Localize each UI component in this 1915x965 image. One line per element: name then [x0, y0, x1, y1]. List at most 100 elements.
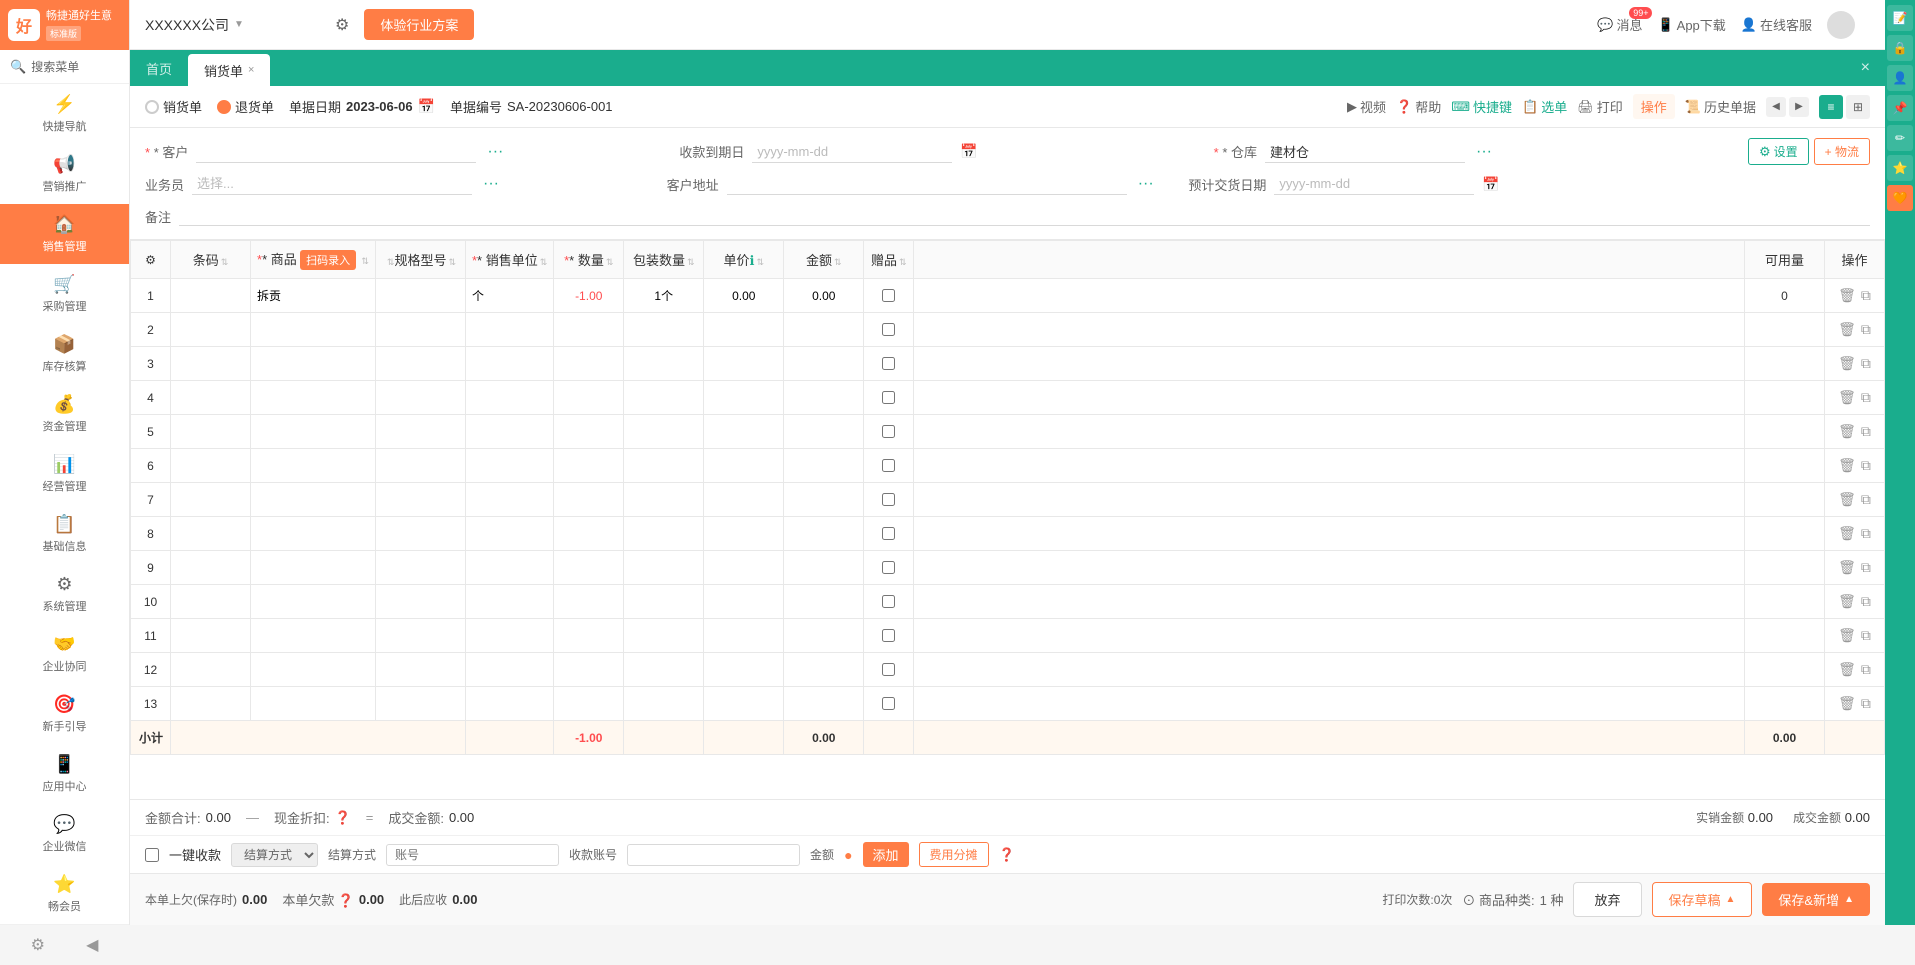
row-pack-1[interactable] — [624, 279, 704, 313]
fee-help-icon[interactable]: ❓ — [999, 847, 1015, 863]
row-pack-4[interactable] — [624, 381, 704, 415]
view-list-btn[interactable]: ≡ — [1819, 95, 1843, 119]
row-price-2[interactable] — [704, 313, 784, 347]
trial-button[interactable]: 体验行业方案 — [364, 9, 474, 40]
row-delete-4[interactable]: 🗑 — [1838, 389, 1856, 406]
row-copy-7[interactable]: ⧉ — [1861, 491, 1871, 508]
row-gift-11[interactable] — [864, 619, 914, 653]
row-price-5[interactable] — [704, 415, 784, 449]
row-copy-4[interactable]: ⧉ — [1861, 389, 1871, 406]
row-qty-8[interactable] — [554, 517, 624, 551]
service-btn[interactable]: 👤 在线客服 — [1741, 15, 1812, 34]
app-download-btn[interactable]: 📱 App下载 — [1657, 15, 1725, 34]
row-barcode-6[interactable] — [171, 449, 251, 483]
right-panel-btn-5[interactable]: ✏ — [1887, 125, 1913, 151]
salesperson-input[interactable] — [192, 173, 472, 195]
row-price-1[interactable] — [704, 279, 784, 313]
row-unit-5[interactable] — [465, 415, 553, 449]
note-input[interactable] — [179, 206, 1870, 226]
discard-button[interactable]: 放弃 — [1573, 882, 1641, 917]
row-gift-12[interactable] — [864, 653, 914, 687]
row-spec-13[interactable] — [375, 687, 465, 721]
row-product-7[interactable] — [251, 483, 376, 517]
settings-icon[interactable]: ⚙ — [31, 935, 45, 955]
sidebar-item-member[interactable]: ⭐畅会员 — [0, 864, 129, 924]
row-qty-13[interactable] — [554, 687, 624, 721]
row-qty-11[interactable] — [554, 619, 624, 653]
row-copy-3[interactable]: ⧉ — [1861, 355, 1871, 372]
operate-btn[interactable]: 操作 — [1633, 94, 1675, 119]
row-barcode-5[interactable] — [171, 415, 251, 449]
help-btn[interactable]: ❓ 帮助 — [1396, 97, 1441, 116]
row-barcode-9[interactable] — [171, 551, 251, 585]
row-unit-1[interactable] — [465, 279, 553, 313]
row-pack-6[interactable] — [624, 449, 704, 483]
row-price-4[interactable] — [704, 381, 784, 415]
row-spec-1[interactable] — [375, 279, 465, 313]
row-barcode-3[interactable] — [171, 347, 251, 381]
right-panel-btn-6[interactable]: ⭐ — [1887, 155, 1913, 181]
row-price-9[interactable] — [704, 551, 784, 585]
row-unit-9[interactable] — [465, 551, 553, 585]
row-product-2[interactable] — [251, 313, 376, 347]
row-qty-9[interactable] — [554, 551, 624, 585]
row-copy-5[interactable]: ⧉ — [1861, 423, 1871, 440]
row-copy-10[interactable]: ⧉ — [1861, 593, 1871, 610]
row-spec-8[interactable] — [375, 517, 465, 551]
row-amount-2[interactable] — [784, 313, 864, 347]
row-amount-8[interactable] — [784, 517, 864, 551]
tab-sale-order[interactable]: 销货单 × — [188, 54, 270, 86]
row-delete-2[interactable]: 🗑 — [1838, 321, 1856, 338]
right-panel-btn-1[interactable]: 📝 — [1887, 5, 1913, 31]
row-pack-12[interactable] — [624, 653, 704, 687]
row-copy-13[interactable]: ⧉ — [1861, 695, 1871, 712]
avatar[interactable] — [1827, 11, 1855, 39]
row-spec-11[interactable] — [375, 619, 465, 653]
expected-delivery-calendar-icon[interactable]: 📅 — [1482, 176, 1499, 193]
calendar-icon[interactable]: 📅 — [418, 98, 435, 115]
row-unit-11[interactable] — [465, 619, 553, 653]
row-price-12[interactable] — [704, 653, 784, 687]
row-product-4[interactable] — [251, 381, 376, 415]
row-unit-3[interactable] — [465, 347, 553, 381]
row-amount-4[interactable] — [784, 381, 864, 415]
payment-method-select[interactable]: 结算方式 — [231, 843, 318, 867]
row-barcode-2[interactable] — [171, 313, 251, 347]
sidebar-item-system[interactable]: ⚙系统管理 — [0, 564, 129, 624]
payment-due-calendar-icon[interactable]: 📅 — [960, 143, 977, 160]
row-copy-12[interactable]: ⧉ — [1861, 661, 1871, 678]
collapse-icon[interactable]: ◀ — [86, 935, 98, 955]
row-product-13[interactable] — [251, 687, 376, 721]
row-gift-2[interactable] — [864, 313, 914, 347]
row-copy-6[interactable]: ⧉ — [1861, 457, 1871, 474]
row-amount-3[interactable] — [784, 347, 864, 381]
close-all-tabs[interactable]: × — [1861, 59, 1885, 77]
row-barcode-7[interactable] — [171, 483, 251, 517]
row-amount-6[interactable] — [784, 449, 864, 483]
row-pack-3[interactable] — [624, 347, 704, 381]
warehouse-dots-icon[interactable]: ··· — [1476, 143, 1492, 161]
sidebar-item-apps[interactable]: 📱应用中心 — [0, 744, 129, 804]
row-unit-4[interactable] — [465, 381, 553, 415]
row-qty-5[interactable] — [554, 415, 624, 449]
row-product-1[interactable] — [251, 279, 376, 313]
row-amount-1[interactable] — [784, 279, 864, 313]
radio-return[interactable]: 退货单 — [217, 97, 274, 116]
row-gift-3[interactable] — [864, 347, 914, 381]
row-unit-6[interactable] — [465, 449, 553, 483]
sidebar-item-finance[interactable]: 💰资金管理 — [0, 384, 129, 444]
row-barcode-10[interactable] — [171, 585, 251, 619]
topbar-gear-icon[interactable]: ⚙ — [335, 15, 349, 35]
row-spec-5[interactable] — [375, 415, 465, 449]
row-spec-3[interactable] — [375, 347, 465, 381]
row-gift-7[interactable] — [864, 483, 914, 517]
sidebar-search[interactable]: 🔍 搜索菜单 — [0, 50, 129, 84]
row-delete-7[interactable]: 🗑 — [1838, 491, 1856, 508]
save-new-button[interactable]: 保存&新增 ▲ — [1762, 883, 1870, 916]
customer-addr-dots-icon[interactable]: ··· — [1138, 175, 1154, 193]
row-copy-2[interactable]: ⧉ — [1861, 321, 1871, 338]
row-price-13[interactable] — [704, 687, 784, 721]
row-spec-2[interactable] — [375, 313, 465, 347]
row-unit-13[interactable] — [465, 687, 553, 721]
account-input[interactable] — [386, 844, 559, 866]
